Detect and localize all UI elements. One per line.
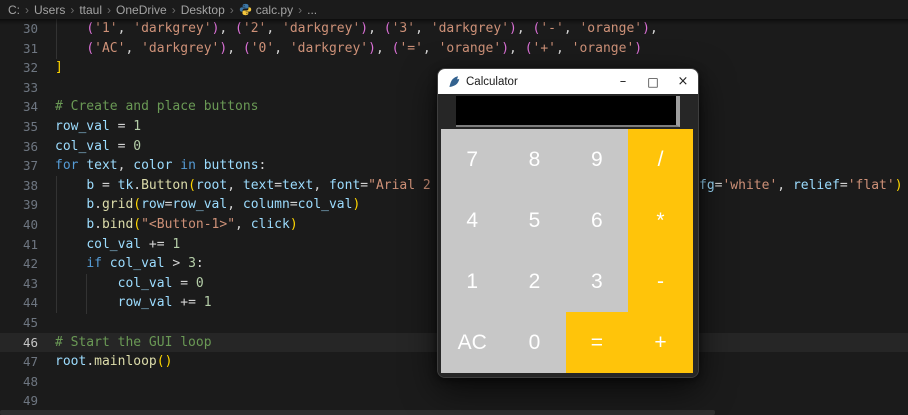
code-text: root.mainloop() (55, 354, 173, 370)
code-text-overflow: fg='white', relief='flat') (699, 177, 903, 193)
line-number: 39 (22, 197, 38, 213)
code-line: 31 ('AC', 'darkgrey'), ('0', 'darkgrey')… (0, 39, 908, 59)
line-number: 48 (22, 373, 38, 389)
indent-guide (56, 19, 57, 59)
tk-feather-icon (447, 75, 460, 88)
indent-guide (56, 175, 57, 313)
breadcrumb-item-onedrive[interactable]: OneDrive (116, 3, 167, 17)
calc-display[interactable] (456, 96, 680, 127)
calc-button-+[interactable]: + (627, 312, 693, 373)
horizontal-scrollbar[interactable] (0, 410, 715, 415)
calc-button-grid: 7 8 9/ 4 5 6 * 1 2 3- AC 0 = + (441, 129, 693, 373)
code-text: row_val = 1 (55, 119, 142, 134)
calculator-body: 7 8 9/ 4 5 6 * 1 2 3- AC 0 = + (438, 94, 698, 377)
indent-guide (86, 273, 87, 314)
calc-button-8[interactable]: 8 (503, 129, 566, 190)
code-text: # Create and place buttons (55, 99, 259, 115)
breadcrumb-item-users[interactable]: Users (34, 3, 65, 17)
calc-button-9[interactable]: 9 (565, 129, 628, 190)
line-number: 45 (22, 315, 38, 330)
line-number: 34 (22, 99, 38, 115)
code-text: b.bind("<Button-1>", click) (86, 217, 298, 232)
code-text: row_val += 1 (117, 295, 212, 311)
breadcrumb-item-desktop[interactable]: Desktop (181, 3, 225, 17)
line-number: 31 (22, 40, 38, 56)
breadcrumb-shadow (0, 19, 908, 25)
python-icon (239, 3, 252, 16)
calc-button-0[interactable]: 0 (503, 312, 566, 373)
calc-button-4[interactable]: 4 (441, 190, 504, 251)
calc-button-5[interactable]: 5 (503, 190, 566, 251)
breadcrumb-separator: › (25, 2, 29, 17)
minimize-icon[interactable]: – (608, 69, 638, 94)
breadcrumb-separator: › (171, 2, 176, 17)
code-text: b = tk.Button(root, text=text, font="Ari… (86, 177, 431, 193)
line-number: 33 (22, 79, 38, 95)
calculator-title: Calculator (466, 75, 518, 88)
calc-button-2[interactable]: 2 (503, 251, 566, 312)
code-text: for text, color in buttons: (55, 158, 267, 174)
code-text: ('AC', 'darkgrey'), ('0', 'darkgrey'), (… (86, 40, 643, 56)
breadcrumb-separator: › (298, 2, 303, 17)
line-number: 41 (22, 236, 38, 252)
calculator-titlebar[interactable]: Calculator – □ × (438, 69, 698, 94)
line-number: 47 (22, 354, 38, 370)
window-controls: – □ × (608, 69, 698, 94)
code-text: col_val = 0 (117, 275, 204, 291)
code-text: if col_val > 3: (86, 256, 204, 272)
line-number: 46 (22, 334, 38, 350)
calc-button-6[interactable]: 6 (565, 190, 628, 251)
calc-button--[interactable]: - (627, 251, 693, 312)
line-number: 36 (22, 138, 38, 154)
code-line: 49 (0, 391, 908, 411)
code-text: ] (55, 60, 63, 76)
breadcrumb-separator: › (107, 2, 112, 17)
breadcrumb-item-calcpy[interactable]: calc.py (256, 3, 293, 17)
close-icon[interactable]: × (668, 69, 698, 94)
breadcrumb: C: › Users › ttaul › OneDrive › Desktop › calc.py… (0, 0, 908, 19)
calc-button-1[interactable]: 1 (441, 251, 504, 312)
code-text: b.grid(row=row_val, column=col_val) (86, 197, 361, 213)
breadcrumb-separator: › (70, 2, 75, 17)
line-number: 43 (22, 275, 38, 291)
calc-button-3[interactable]: 3 (565, 251, 628, 312)
calc-button-=[interactable]: = (565, 312, 628, 373)
line-number: 42 (22, 256, 38, 272)
maximize-icon[interactable]: □ (638, 69, 668, 94)
line-number: 35 (22, 119, 38, 134)
calculator-window: Calculator – □ × 7 8 9/ 4 5 6 * 1 2 3- AC 0 = + (437, 68, 699, 378)
code-text: col_val += 1 (86, 236, 181, 252)
line-number: 38 (22, 177, 38, 193)
calc-button-/[interactable]: / (627, 129, 693, 190)
line-number: 32 (22, 60, 38, 76)
code-text: col_val = 0 (55, 138, 142, 154)
line-number: 49 (22, 393, 38, 409)
vscode-window: C: › Users › ttaul › OneDrive › Desktop › calc.py… (0, 0, 908, 415)
line-number: 44 (22, 295, 38, 311)
breadcrumb-item-ttaul[interactable]: ttaul (79, 3, 102, 17)
calc-button-ac[interactable]: AC (441, 312, 504, 373)
breadcrumb-separator: › (229, 2, 234, 17)
breadcrumb-item-c[interactable]: C: (8, 3, 20, 17)
line-number: 37 (22, 158, 38, 174)
calc-button-7[interactable]: 7 (441, 129, 504, 190)
breadcrumb-item-[interactable]: ... (307, 3, 317, 17)
code-text: # Start the GUI loop (55, 334, 212, 350)
line-number: 40 (22, 217, 38, 232)
calc-button-*[interactable]: * (627, 190, 693, 251)
